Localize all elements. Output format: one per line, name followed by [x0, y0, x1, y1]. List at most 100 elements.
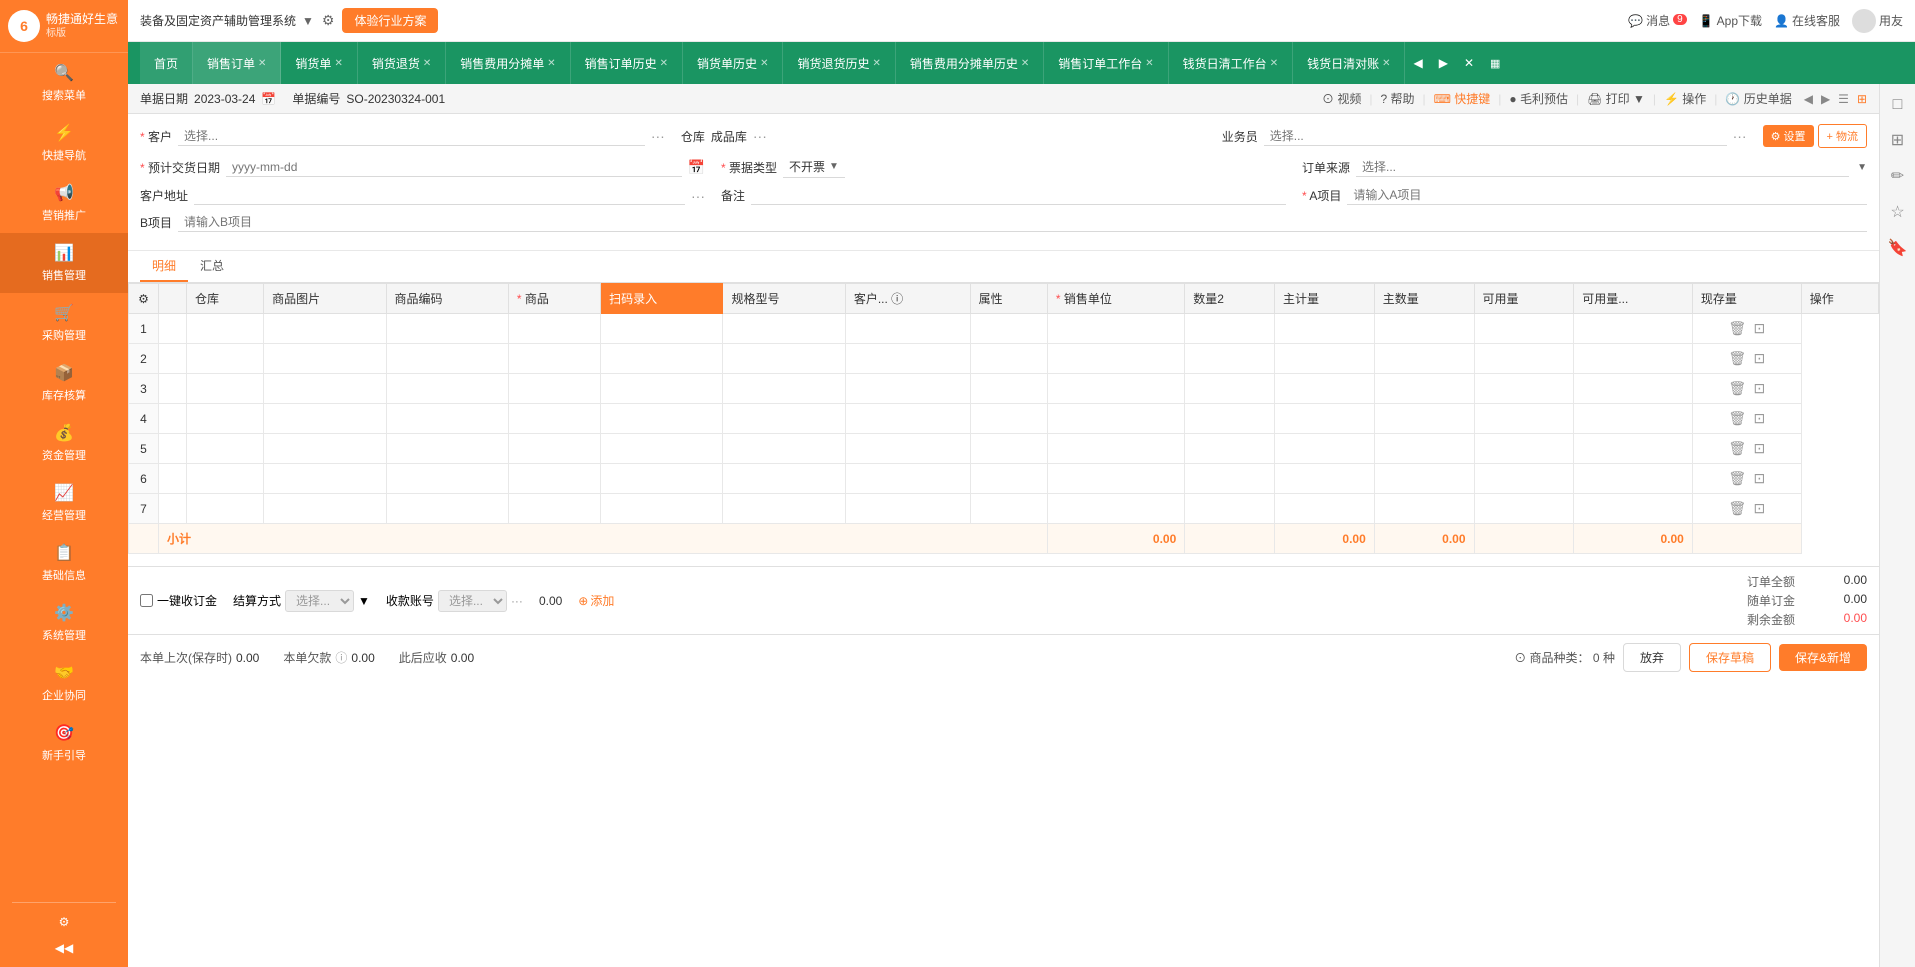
th-available2[interactable]: 可用量...: [1574, 284, 1693, 314]
cell-main-qty[interactable]: [1274, 344, 1374, 374]
cell-qty2[interactable]: [1047, 344, 1184, 374]
row-delete-btn[interactable]: 🗑: [1726, 410, 1748, 427]
cell-unit[interactable]: [970, 464, 1047, 494]
online-service-btn[interactable]: 👤 在线客服: [1774, 12, 1840, 29]
warehouse-more-icon[interactable]: ···: [753, 128, 767, 144]
row-delete-btn[interactable]: 🗑: [1726, 320, 1748, 337]
nav-more-icon[interactable]: ▦: [1482, 42, 1508, 84]
staff-input[interactable]: [1264, 127, 1727, 146]
cell-product[interactable]: [386, 314, 508, 344]
a-project-input[interactable]: [1347, 186, 1867, 205]
close-order-history-icon[interactable]: ✕: [660, 58, 668, 69]
cell-qty2[interactable]: [1047, 314, 1184, 344]
user-btn[interactable]: 用友: [1852, 9, 1903, 33]
cell-spec[interactable]: [601, 434, 723, 464]
cell-warehouse[interactable]: [159, 434, 187, 464]
th-product[interactable]: 商品: [508, 284, 600, 314]
settings-gear-icon[interactable]: ⚙: [322, 12, 335, 29]
cell-main-qty[interactable]: [1274, 404, 1374, 434]
cell-unit[interactable]: [970, 374, 1047, 404]
close-bill-history-icon[interactable]: ✕: [760, 58, 768, 69]
row-copy-btn[interactable]: ⊡: [1751, 380, 1767, 397]
nav-next-icon[interactable]: ▶: [1431, 42, 1456, 84]
setup-button[interactable]: ⚙ 设置: [1763, 125, 1814, 147]
sidebar-collapse-btn[interactable]: ◀◀: [4, 937, 124, 959]
delivery-calendar-icon[interactable]: 📅: [688, 159, 705, 176]
row-copy-btn[interactable]: ⊡: [1751, 500, 1767, 517]
cell-product[interactable]: [386, 344, 508, 374]
close-sales-expense-icon[interactable]: ✕: [547, 58, 555, 69]
sidebar-item-quicknav[interactable]: ⚡ 快捷导航: [0, 113, 128, 173]
owe-info-icon[interactable]: ⓘ: [335, 649, 347, 666]
one-click-deposit-checkbox[interactable]: [140, 594, 153, 607]
account-dots-icon[interactable]: ···: [511, 594, 523, 608]
print-btn[interactable]: 🖨 打印 ▼: [1587, 90, 1645, 107]
profit-preview-btn[interactable]: ● 毛利预估: [1509, 90, 1568, 107]
cell-unit[interactable]: [970, 404, 1047, 434]
discard-button[interactable]: 放弃: [1623, 643, 1681, 672]
sidebar-item-collab[interactable]: 🤝 企业协同: [0, 653, 128, 713]
add-material-button[interactable]: + 物流: [1818, 124, 1867, 148]
grid-view-icon[interactable]: ☰: [1838, 92, 1849, 106]
nav-close-all-icon[interactable]: ✕: [1456, 42, 1482, 84]
account-select[interactable]: 选择...: [438, 590, 507, 612]
cell-qty2[interactable]: [1047, 494, 1184, 524]
row-delete-btn[interactable]: 🗑: [1726, 470, 1748, 487]
customer-more-icon[interactable]: ···: [651, 128, 665, 144]
cell-main-qty[interactable]: [1274, 374, 1374, 404]
cell-main-qty[interactable]: [1274, 464, 1374, 494]
save-draft-button[interactable]: 保存草稿: [1689, 643, 1771, 672]
cell-spec[interactable]: [601, 374, 723, 404]
close-expense-history-icon[interactable]: ✕: [1021, 58, 1029, 69]
b-project-input[interactable]: [178, 213, 1867, 232]
tab-detail[interactable]: 明细: [140, 251, 188, 282]
payment-select[interactable]: 选择...: [285, 590, 354, 612]
sidebar-item-guide[interactable]: 🎯 新手引导: [0, 713, 128, 773]
customer-input[interactable]: [178, 127, 645, 146]
cell-customer-ref[interactable]: [723, 314, 845, 344]
sidebar-item-basicinfo[interactable]: 📋 基础信息: [0, 533, 128, 593]
cell-main-qty[interactable]: [1274, 314, 1374, 344]
industry-solution-button[interactable]: 体验行业方案: [342, 8, 438, 33]
nav-right-icon[interactable]: ▶: [1821, 92, 1830, 106]
help-btn[interactable]: ? 帮助: [1380, 90, 1414, 107]
cell-product[interactable]: [386, 374, 508, 404]
th-customer-ref[interactable]: 客户... ⓘ: [845, 284, 970, 314]
th-stock[interactable]: 现存量: [1692, 284, 1801, 314]
video-btn[interactable]: ⊙ 视频: [1322, 90, 1361, 107]
address-more-icon[interactable]: ···: [691, 188, 705, 204]
sidebar-item-inventory[interactable]: 📦 库存核算: [0, 353, 128, 413]
cell-customer-ref[interactable]: [723, 464, 845, 494]
th-main-qty[interactable]: 主数量: [1374, 284, 1474, 314]
cell-product[interactable]: [386, 404, 508, 434]
cell-code[interactable]: [264, 314, 386, 344]
cell-customer-ref[interactable]: [723, 404, 845, 434]
cell-qty2[interactable]: [1047, 434, 1184, 464]
right-panel-icon-2[interactable]: ⊞: [1887, 126, 1908, 154]
address-input[interactable]: [194, 186, 685, 205]
row-copy-btn[interactable]: ⊡: [1751, 320, 1767, 337]
shortcut-btn[interactable]: ⌨ 快捷键: [1434, 90, 1491, 107]
th-qty2[interactable]: 数量2: [1185, 284, 1275, 314]
staff-more-icon[interactable]: ···: [1733, 128, 1747, 144]
close-order-workbench-icon[interactable]: ✕: [1145, 58, 1153, 69]
cell-qty2[interactable]: [1047, 374, 1184, 404]
nav-sales-expense[interactable]: 销售费用分摊单 ✕: [446, 42, 570, 84]
th-spec[interactable]: 规格型号: [723, 284, 845, 314]
sidebar-item-sales[interactable]: 📊 销售管理: [0, 233, 128, 293]
nav-sales-return[interactable]: 销货退货 ✕: [358, 42, 446, 84]
th-main-unit[interactable]: 主计量: [1274, 284, 1374, 314]
close-daily-clear-icon[interactable]: ✕: [1270, 58, 1278, 69]
cell-unit[interactable]: [970, 494, 1047, 524]
message-btn[interactable]: 💬 消息 9: [1628, 12, 1687, 29]
remark-input[interactable]: [751, 186, 1286, 205]
right-panel-icon-4[interactable]: ☆: [1886, 198, 1908, 226]
nav-daily-clear[interactable]: 钱货日清工作台 ✕: [1169, 42, 1293, 84]
row-copy-btn[interactable]: ⊡: [1751, 350, 1767, 367]
tab-summary[interactable]: 汇总: [188, 251, 236, 282]
nav-sales-bill-history[interactable]: 销货单历史 ✕: [683, 42, 783, 84]
cell-attribute[interactable]: [845, 404, 970, 434]
cell-code[interactable]: [264, 374, 386, 404]
th-attribute[interactable]: 属性: [970, 284, 1047, 314]
close-daily-reconcile-icon[interactable]: ✕: [1382, 58, 1390, 69]
